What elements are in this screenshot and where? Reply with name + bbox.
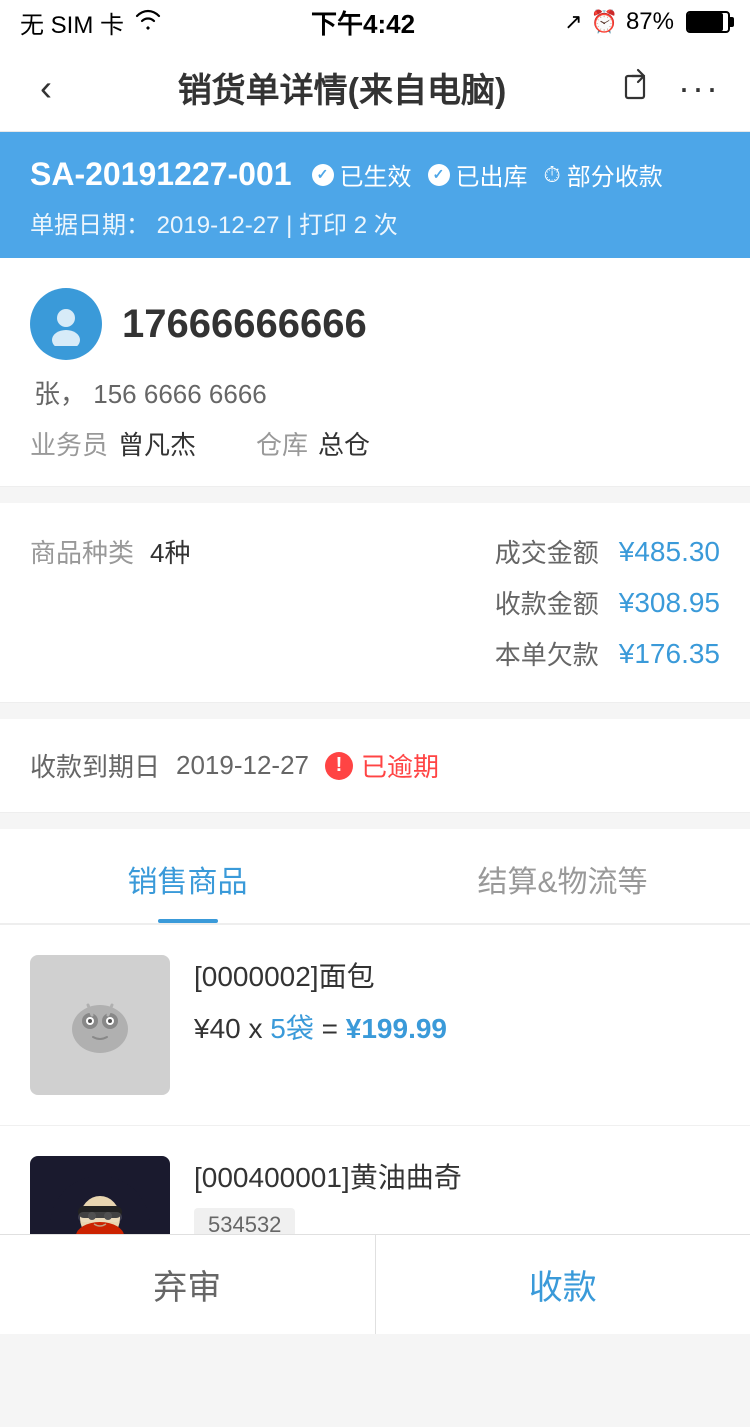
trading-amount-label: 成交金额 — [495, 533, 599, 570]
tabs-section: 销售商品 结算&物流等 — [0, 829, 750, 925]
wifi-icon — [134, 8, 162, 37]
product-types-label: 商品种类 — [30, 533, 134, 570]
warehouse-value: 总仓 — [318, 425, 370, 462]
status-effective: ✓ 已生效 — [312, 157, 412, 192]
status-left: 无 SIM 卡 — [20, 5, 162, 40]
salesperson-item: 业务员 曾凡杰 — [30, 425, 196, 462]
trading-amount-value: ¥485.30 — [619, 536, 720, 568]
received-amount-label: 收款金额 — [495, 584, 599, 621]
overdue-badge: ! 已逾期 — [325, 747, 439, 784]
due-date-value: 2019-12-27 — [176, 750, 309, 781]
overdue-icon: ! — [325, 752, 353, 780]
debt-amount-row: 本单欠款 ¥176.35 — [495, 635, 720, 672]
received-amount-row: 收款金额 ¥308.95 — [495, 584, 720, 621]
more-icon[interactable]: ··· — [678, 67, 720, 109]
print-label: 打印 — [299, 212, 347, 239]
debt-amount-value: ¥176.35 — [619, 638, 720, 670]
product-name-2: [000400001]黄油曲奇 — [194, 1156, 720, 1196]
back-button[interactable]: ‹ — [30, 57, 62, 119]
nav-bar: ‹ 销货单详情(来自电脑) ··· — [0, 44, 750, 132]
due-section: 收款到期日 2019-12-27 ! 已逾期 — [0, 719, 750, 813]
location-icon: ↗ — [564, 9, 582, 35]
battery-icon — [686, 11, 730, 33]
alarm-icon: ⏰ — [591, 9, 618, 35]
tab-settlement-logistics[interactable]: 结算&物流等 — [375, 829, 750, 923]
customer-row1: 17666666666 — [30, 288, 720, 360]
product-equals-1: = — [322, 1013, 346, 1044]
tab-sales-products[interactable]: 销售商品 — [0, 829, 375, 923]
battery-percent: 87% — [626, 8, 674, 36]
print-count: 2 — [354, 212, 367, 239]
status-partial-payment: ⏱ 部分收款 — [544, 157, 663, 192]
customer-section: 17666666666 张， 156 6666 6666 业务员 曾凡杰 仓库 … — [0, 258, 750, 487]
product-name-1: [0000002]面包 — [194, 955, 720, 995]
bottom-bar: 弃审 收款 — [0, 1234, 750, 1334]
warehouse-label: 仓库 — [256, 425, 308, 462]
product-info-1: [0000002]面包 ¥40 x 5袋 = ¥199.99 — [194, 955, 720, 1047]
trading-amount-row: 成交金额 ¥485.30 — [495, 533, 720, 570]
customer-phone: 156 6666 6666 — [93, 379, 267, 409]
check-icon: ✓ — [312, 164, 334, 186]
order-id: SA-20191227-001 — [30, 156, 292, 193]
product-unit-price-1: ¥40 x — [194, 1013, 270, 1044]
order-date: 2019-12-27 — [157, 212, 280, 239]
nav-actions: ··· — [622, 66, 720, 110]
product-item-1: [0000002]面包 ¥40 x 5袋 = ¥199.99 — [0, 925, 750, 1126]
product-total-1: ¥199.99 — [346, 1013, 447, 1044]
print-unit: 次 — [374, 212, 398, 239]
summary-section: 商品种类 4种 成交金额 ¥485.30 收款金额 ¥308.95 本单欠款 ¥… — [0, 503, 750, 703]
product-types-item: 商品种类 4种 — [30, 533, 190, 570]
status-time: 下午4:42 — [311, 4, 415, 41]
customer-meta: 业务员 曾凡杰 仓库 总仓 — [30, 425, 720, 462]
customer-name: 张， — [34, 379, 86, 409]
product-thumb-1 — [30, 955, 170, 1095]
page-title: 销货单详情(来自电脑) — [178, 63, 507, 112]
product-price-1: ¥40 x 5袋 = ¥199.99 — [194, 1007, 720, 1047]
status-shipped: ✓ 已出库 — [428, 157, 528, 192]
due-date-label: 收款到期日 — [30, 747, 160, 784]
date-label: 单据日期： — [30, 212, 150, 239]
order-header: SA-20191227-001 ✓ 已生效 ✓ 已出库 ⏱ 部分收款 单据日期：… — [0, 132, 750, 258]
share-icon[interactable] — [622, 66, 658, 110]
received-amount-value: ¥308.95 — [619, 587, 720, 619]
product-qty-1: 5袋 — [270, 1013, 314, 1044]
customer-contact: 张， 156 6666 6666 — [30, 374, 720, 411]
order-date-row: 单据日期： 2019-12-27 | 打印 2 次 — [30, 205, 720, 240]
status-right: ↗ ⏰ 87% — [564, 8, 730, 36]
cancel-button[interactable]: 弃审 — [0, 1235, 376, 1334]
salesperson-label: 业务员 — [30, 425, 108, 462]
carrier-label: 无 SIM 卡 — [20, 5, 124, 40]
debt-amount-label: 本单欠款 — [495, 635, 599, 672]
print-separator: | — [286, 212, 299, 239]
avatar — [30, 288, 102, 360]
overdue-label: 已逾期 — [361, 747, 439, 784]
warehouse-item: 仓库 总仓 — [256, 425, 370, 462]
pay-button[interactable]: 收款 — [376, 1235, 750, 1334]
summary-right: 成交金额 ¥485.30 收款金额 ¥308.95 本单欠款 ¥176.35 — [495, 533, 720, 672]
summary-left: 商品种类 4种 — [30, 533, 190, 570]
check-icon-2: ✓ — [428, 164, 450, 186]
clock-icon: ⏱ — [544, 162, 561, 188]
status-tags: ✓ 已生效 ✓ 已出库 ⏱ 部分收款 — [312, 157, 663, 192]
customer-account: 17666666666 — [122, 302, 367, 347]
salesperson-value: 曾凡杰 — [118, 425, 196, 462]
product-types-value: 4种 — [150, 533, 190, 570]
status-bar: 无 SIM 卡 下午4:42 ↗ ⏰ 87% — [0, 0, 750, 44]
